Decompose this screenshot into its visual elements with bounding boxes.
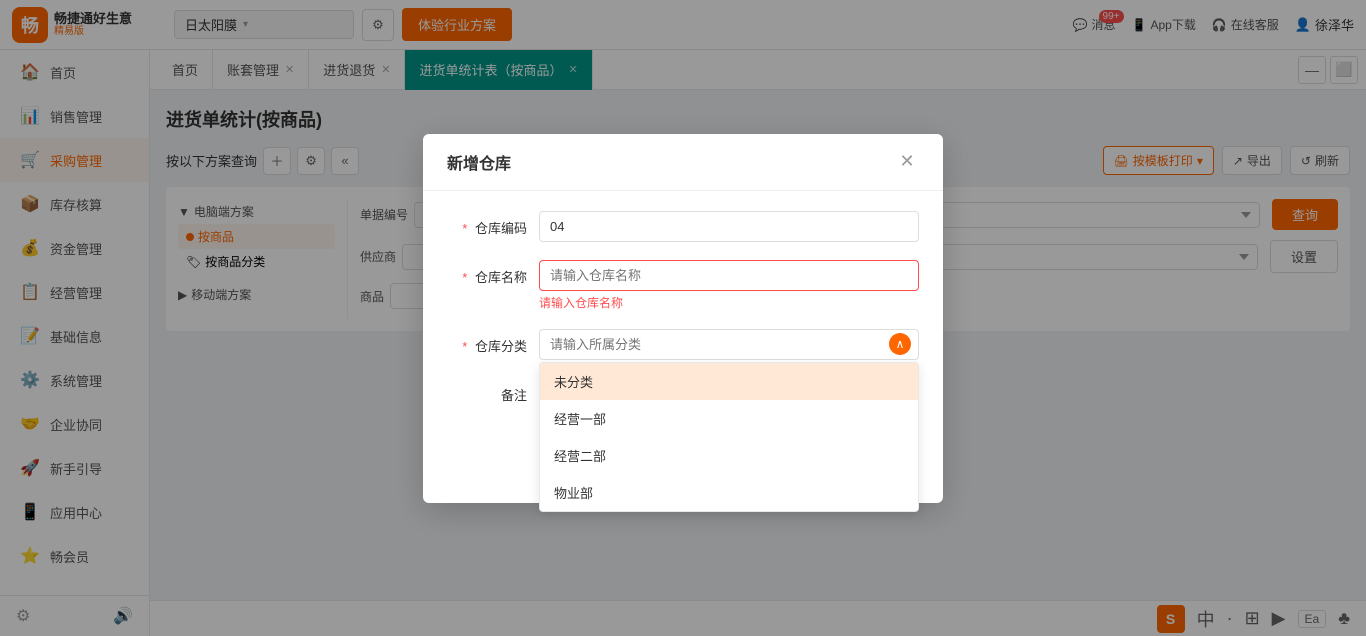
name-field-wrap: 请输入仓库名称 <box>539 260 919 311</box>
code-input[interactable] <box>539 211 919 242</box>
category-input[interactable] <box>539 329 919 360</box>
notes-label-text: 备注 <box>501 388 527 403</box>
form-row-name: * 仓库名称 请输入仓库名称 <box>447 260 919 311</box>
name-error-msg: 请输入仓库名称 <box>539 294 919 311</box>
notes-label: 备注 <box>447 378 527 404</box>
category-label: * 仓库分类 <box>447 329 527 355</box>
category-dropdown: 未分类 经营一部 经营二部 物业部 <box>539 362 919 512</box>
dropdown-item-2[interactable]: 经营二部 <box>540 437 918 474</box>
category-label-text: 仓库分类 <box>475 339 527 354</box>
code-field-wrap <box>539 211 919 242</box>
category-arrow-btn[interactable]: ∧ <box>889 333 911 355</box>
dropdown-item-1[interactable]: 经营一部 <box>540 400 918 437</box>
dropdown-item-3[interactable]: 物业部 <box>540 474 918 511</box>
warehouse-modal: 新增仓库 ✕ * 仓库编码 * 仓库名称 <box>423 134 943 503</box>
required-mark-code: * <box>462 221 467 236</box>
modal-header: 新增仓库 ✕ <box>423 134 943 191</box>
modal-title: 新增仓库 <box>447 150 511 174</box>
modal-body: * 仓库编码 * 仓库名称 请输入仓库名称 <box>423 191 943 447</box>
category-field-wrap: ∧ 未分类 经营一部 经营二部 物业部 <box>539 329 919 360</box>
code-label: * 仓库编码 <box>447 211 527 237</box>
name-input[interactable] <box>539 260 919 291</box>
modal-close-btn[interactable]: ✕ <box>895 150 919 174</box>
required-mark-name: * <box>462 270 467 285</box>
modal-overlay: 新增仓库 ✕ * 仓库编码 * 仓库名称 <box>0 0 1366 636</box>
code-label-text: 仓库编码 <box>475 221 527 236</box>
category-select-wrap: ∧ <box>539 329 919 360</box>
name-label: * 仓库名称 <box>447 260 527 286</box>
form-row-category: * 仓库分类 ∧ 未分类 经营一部 经营二部 物业部 <box>447 329 919 360</box>
required-mark-cat: * <box>462 339 467 354</box>
form-row-code: * 仓库编码 <box>447 211 919 242</box>
name-label-text: 仓库名称 <box>475 270 527 285</box>
dropdown-item-0[interactable]: 未分类 <box>540 363 918 400</box>
